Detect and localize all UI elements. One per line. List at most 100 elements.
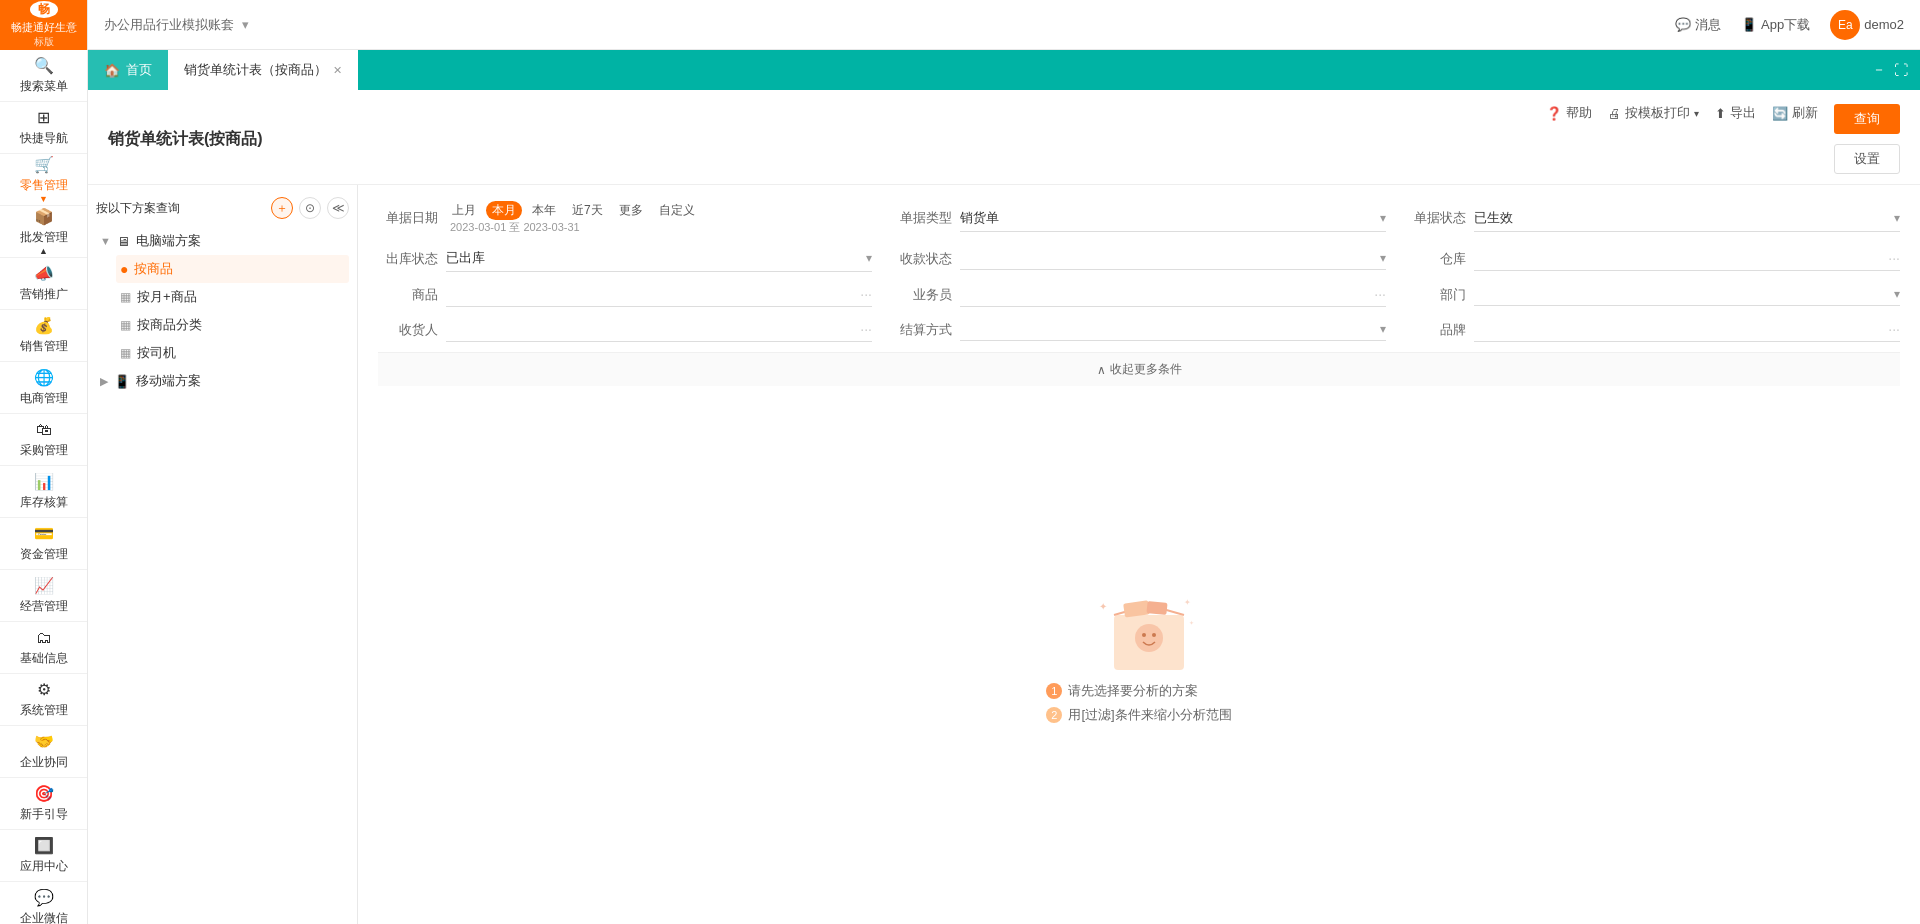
sidebar-item-system[interactable]: ⚙ 系统管理 <box>0 674 87 726</box>
payment-status-select[interactable]: ▾ <box>960 247 1386 270</box>
brand-input[interactable]: ··· <box>1474 317 1900 342</box>
username: demo2 <box>1864 17 1904 32</box>
user-btn[interactable]: Ea demo2 <box>1830 10 1904 40</box>
sidebar-label-wechat: 企业微信 <box>20 910 68 924</box>
sidebar-label-marketing: 营销推广 <box>20 286 68 303</box>
type-select[interactable]: 销货单 ▾ <box>960 205 1386 232</box>
query-button[interactable]: 查询 <box>1834 104 1900 134</box>
sidebar-item-guide[interactable]: 🎯 新手引导 <box>0 778 87 830</box>
by-category-label: 按商品分类 <box>137 316 202 334</box>
sidebar-item-wechat[interactable]: 💬 企业微信 <box>0 882 87 924</box>
sidebar-item-purchase[interactable]: 🛍 采购管理 <box>0 414 87 466</box>
outbound-label: 出库状态 <box>378 250 438 268</box>
warehouse-input[interactable]: ··· <box>1474 246 1900 271</box>
sidebar-item-inventory[interactable]: 📊 库存核算 <box>0 466 87 518</box>
apps-icon: 🔲 <box>34 836 54 855</box>
filter-type: 单据类型 销货单 ▾ <box>892 201 1386 235</box>
collapse-panel-btn[interactable]: ≪ <box>327 197 349 219</box>
sidebar-label-guide: 新手引导 <box>20 806 68 823</box>
app-download-btn[interactable]: 📱 App下载 <box>1741 16 1810 34</box>
status-select[interactable]: 已生效 ▾ <box>1474 205 1900 232</box>
staff-label: 业务员 <box>892 286 952 304</box>
empty-svg: ✦ ✦ ✦ <box>1089 570 1209 690</box>
avatar: Ea <box>1830 10 1860 40</box>
guide-icon: 🎯 <box>34 784 54 803</box>
empty-illustration: ✦ ✦ ✦ <box>1089 570 1189 670</box>
maximize-icon[interactable]: ⛶ <box>1894 62 1908 78</box>
tree-item-by-product[interactable]: ● 按商品 <box>116 255 349 283</box>
purchase-icon: 🛍 <box>36 421 52 439</box>
hint-num-2: 2 <box>1046 707 1062 723</box>
tree-item-by-category[interactable]: ▦ 按商品分类 <box>116 311 349 339</box>
refresh-btn[interactable]: 🔄 刷新 <box>1772 104 1818 122</box>
help-icon: ❓ <box>1546 106 1562 121</box>
sidebar-item-apps[interactable]: 🔲 应用中心 <box>0 830 87 882</box>
desktop-label: 电脑端方案 <box>136 232 201 250</box>
tree-item-by-month-product[interactable]: ▦ 按月+商品 <box>116 283 349 311</box>
svg-rect-2 <box>1146 601 1167 615</box>
date-btn-custom[interactable]: 自定义 <box>653 201 701 220</box>
date-btn-this-year[interactable]: 本年 <box>526 201 562 220</box>
tab-home-label: 首页 <box>126 61 152 79</box>
filter-status: 单据状态 已生效 ▾ <box>1406 201 1900 235</box>
sales-icon: 💰 <box>34 316 54 335</box>
export-btn[interactable]: ⬆ 导出 <box>1715 104 1756 122</box>
by-cashier-label: 按司机 <box>137 344 176 362</box>
svg-text:✦: ✦ <box>1189 620 1194 626</box>
product-dots[interactable]: ··· <box>860 286 872 302</box>
date-btn-7days[interactable]: 近7天 <box>566 201 609 220</box>
edit-scheme-btn[interactable]: ⊙ <box>299 197 321 219</box>
mobile-group[interactable]: ▶ 📱 移动端方案 <box>96 367 349 395</box>
sidebar-item-finance[interactable]: 💳 资金管理 <box>0 518 87 570</box>
close-tab-icon[interactable]: ✕ <box>333 64 342 77</box>
sidebar-item-ecommerce[interactable]: 🌐 电商管理 <box>0 362 87 414</box>
message-btn[interactable]: 💬 消息 <box>1675 16 1721 34</box>
refresh-icon: 🔄 <box>1772 106 1788 121</box>
desktop-group[interactable]: ▼ 🖥 电脑端方案 <box>96 227 349 255</box>
settings-button[interactable]: 设置 <box>1834 144 1900 174</box>
status-label: 单据状态 <box>1406 209 1466 227</box>
type-value: 销货单 <box>960 209 999 227</box>
sidebar-label-inventory: 库存核算 <box>20 494 68 511</box>
date-range-text: 2023-03-01 至 2023-03-31 <box>450 220 701 235</box>
date-btn-more[interactable]: 更多 <box>613 201 649 220</box>
staff-dots[interactable]: ··· <box>1374 286 1386 302</box>
collapse-bar[interactable]: ∧ 收起更多条件 <box>378 352 1900 386</box>
payment-method-label: 结算方式 <box>892 321 952 339</box>
sidebar-item-basic[interactable]: 🗂 基础信息 <box>0 622 87 674</box>
brand-dots[interactable]: ··· <box>1888 321 1900 337</box>
receiver-input[interactable]: ··· <box>446 317 872 342</box>
type-dropdown-icon: ▾ <box>1380 211 1386 225</box>
add-scheme-btn[interactable]: ＋ <box>271 197 293 219</box>
status-dropdown-icon: ▾ <box>1894 211 1900 225</box>
staff-input[interactable]: ··· <box>960 282 1386 307</box>
sidebar-item-shortcut[interactable]: ⊞ 快捷导航 <box>0 102 87 154</box>
outbound-select[interactable]: 已出库 ▾ <box>446 245 872 272</box>
empty-hint-2: 2 用[过滤]条件来缩小分析范围 <box>1046 706 1231 724</box>
tree-item-by-cashier[interactable]: ▦ 按司机 <box>116 339 349 367</box>
date-btn-last-month[interactable]: 上月 <box>446 201 482 220</box>
sidebar-item-wholesale[interactable]: 📦 批发管理 ▲ <box>0 206 87 258</box>
receiver-dots[interactable]: ··· <box>860 321 872 337</box>
minimize-icon[interactable]: － <box>1872 61 1886 79</box>
payment-method-select[interactable]: ▾ <box>960 318 1386 341</box>
filter-warehouse: 仓库 ··· <box>1406 245 1900 272</box>
sidebar-item-retail[interactable]: 🛒 零售管理 ▼ <box>0 154 87 206</box>
dept-select[interactable]: ▾ <box>1474 283 1900 306</box>
filter-row-3: 商品 ··· 业务员 ··· 部门 <box>378 282 1900 307</box>
sidebar-item-search[interactable]: 🔍 搜索菜单 <box>0 50 87 102</box>
tab-home[interactable]: 🏠 首页 <box>88 50 168 90</box>
sidebar-item-operations[interactable]: 📈 经营管理 <box>0 570 87 622</box>
outbound-dropdown-icon: ▾ <box>866 251 872 265</box>
sidebar-item-sales[interactable]: 💰 销售管理 <box>0 310 87 362</box>
product-input[interactable]: ··· <box>446 282 872 307</box>
filter-row-1: 单据日期 上月 本月 本年 近7天 更多 自定义 <box>378 201 1900 235</box>
sidebar-item-collab[interactable]: 🤝 企业协同 <box>0 726 87 778</box>
breadcrumb-arrow[interactable]: ▾ <box>242 17 249 32</box>
tab-stats[interactable]: 销货单统计表（按商品） ✕ <box>168 50 358 90</box>
date-btn-this-month[interactable]: 本月 <box>486 201 522 220</box>
sidebar-item-marketing[interactable]: 📣 营销推广 <box>0 258 87 310</box>
help-btn[interactable]: ❓ 帮助 <box>1546 104 1592 122</box>
template-print-btn[interactable]: 🖨 按模板打印 ▾ <box>1608 104 1699 122</box>
warehouse-dots[interactable]: ··· <box>1888 250 1900 266</box>
